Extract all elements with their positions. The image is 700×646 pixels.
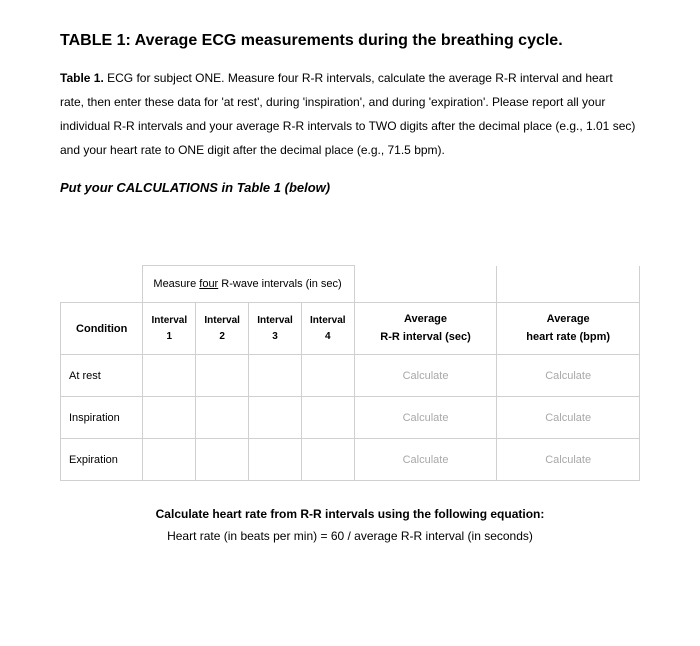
interval-header-3: Interval 3	[249, 303, 302, 355]
interval-header-1: Interval 1	[143, 303, 196, 355]
table-description: Table 1. ECG for subject ONE. Measure fo…	[60, 66, 640, 162]
page-title: TABLE 1: Average ECG measurements during…	[60, 32, 640, 50]
condition-cell: Inspiration	[61, 397, 143, 439]
avg-hr-header: Average heart rate (bpm)	[497, 303, 640, 355]
footer-equation-label: Calculate heart rate from R-R intervals …	[60, 507, 640, 521]
interval-input[interactable]	[249, 439, 302, 481]
interval-input[interactable]	[301, 397, 354, 439]
interval-input[interactable]	[301, 355, 354, 397]
interval-input[interactable]	[196, 439, 249, 481]
interval-input[interactable]	[143, 397, 196, 439]
calculate-rr-cell[interactable]: Calculate	[354, 397, 497, 439]
interval-header-4: Interval 4	[301, 303, 354, 355]
interval-input[interactable]	[196, 355, 249, 397]
condition-cell: Expiration	[61, 439, 143, 481]
calculate-hr-cell[interactable]: Calculate	[497, 397, 640, 439]
empty-corner	[354, 266, 497, 303]
interval-input[interactable]	[249, 397, 302, 439]
empty-corner	[497, 266, 640, 303]
condition-header: Condition	[61, 303, 143, 355]
table-row: At rest Calculate Calculate	[61, 355, 640, 397]
empty-corner	[61, 266, 143, 303]
table-row: Inspiration Calculate Calculate	[61, 397, 640, 439]
interval-header-2: Interval 2	[196, 303, 249, 355]
calculate-rr-cell[interactable]: Calculate	[354, 355, 497, 397]
desc-prefix: Table 1.	[60, 71, 104, 85]
measure-header: Measure four R-wave intervals (in sec)	[143, 266, 354, 303]
calculate-hr-cell[interactable]: Calculate	[497, 355, 640, 397]
ecg-table: Measure four R-wave intervals (in sec) C…	[60, 265, 640, 481]
interval-input[interactable]	[143, 439, 196, 481]
condition-cell: At rest	[61, 355, 143, 397]
instruction-text: Put your CALCULATIONS in Table 1 (below)	[60, 180, 640, 195]
footer: Calculate heart rate from R-R intervals …	[60, 507, 640, 543]
interval-input[interactable]	[301, 439, 354, 481]
avg-rr-header: Average R-R interval (sec)	[354, 303, 497, 355]
interval-input[interactable]	[196, 397, 249, 439]
interval-input[interactable]	[143, 355, 196, 397]
table-row: Expiration Calculate Calculate	[61, 439, 640, 481]
desc-text: ECG for subject ONE. Measure four R-R in…	[60, 71, 635, 157]
footer-equation: Heart rate (in beats per min) = 60 / ave…	[60, 529, 640, 543]
calculate-hr-cell[interactable]: Calculate	[497, 439, 640, 481]
calculate-rr-cell[interactable]: Calculate	[354, 439, 497, 481]
interval-input[interactable]	[249, 355, 302, 397]
